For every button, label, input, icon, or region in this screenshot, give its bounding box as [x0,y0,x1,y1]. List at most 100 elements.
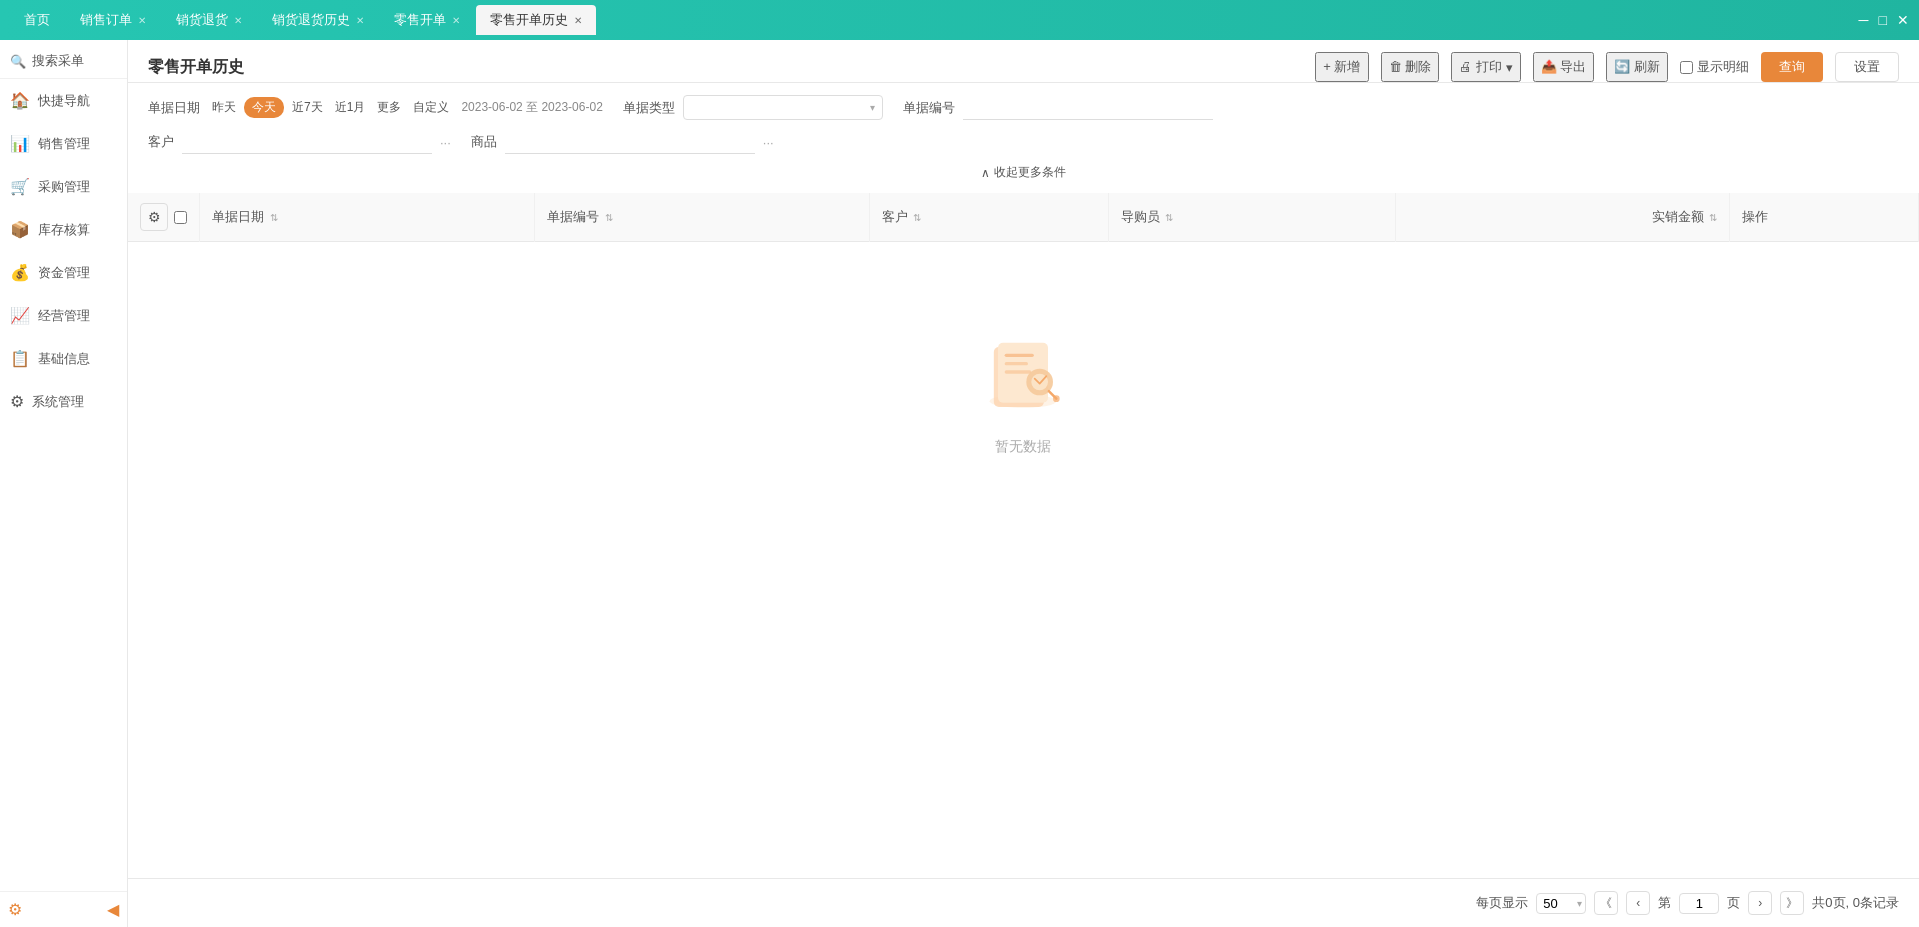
table-settings-gear[interactable]: ⚙ [140,203,168,231]
sidebar-item-purchase-mgmt[interactable]: 🛒 采购管理 [0,165,127,208]
page-nav-first[interactable]: 《 [1594,891,1618,915]
sidebar-bottom: ⚙ ◀ [0,891,127,927]
sidebar-item-basic-info[interactable]: 📋 基础信息 [0,337,127,380]
filter-date-label: 单据日期 [148,99,200,117]
sidebar-item-label-ops: 经营管理 [38,307,90,325]
collapse-label: 收起更多条件 [994,164,1066,181]
page-input[interactable] [1679,893,1719,914]
nav-tab-retail-open-history[interactable]: 零售开单历史 ✕ [476,5,596,35]
page-nav-last[interactable]: 》 [1780,891,1804,915]
add-button[interactable]: + 新增 [1315,52,1368,82]
col-header-no[interactable]: 单据编号 ⇅ [534,193,869,242]
window-controls: ─ □ ✕ [1859,12,1909,28]
sort-icon-amount: ⇅ [1709,212,1717,223]
header-actions: + 新增 🗑 删除 🖨 打印 ▾ 📤 导出 🔄 刷新 显示明细 查询 设置 [1315,52,1899,82]
window-min-button[interactable]: ─ [1859,12,1869,28]
page-header: 零售开单历史 + 新增 🗑 删除 🖨 打印 ▾ 📤 导出 🔄 刷新 显示明细 查… [128,40,1919,83]
date-opt-custom[interactable]: 自定义 [409,97,453,118]
sidebar-item-label-inventory: 库存核算 [38,221,90,239]
sidebar-item-label-basic: 基础信息 [38,350,90,368]
filter-bill-type-select[interactable] [683,95,883,120]
collapse-button[interactable]: ∧ 收起更多条件 [981,164,1066,181]
filter-date-range: 2023-06-02 至 2023-06-02 [461,99,602,116]
close-tab-retail-open-history[interactable]: ✕ [574,15,582,26]
sidebar-item-finance[interactable]: 💰 资金管理 [0,251,127,294]
close-tab-retail-open[interactable]: ✕ [452,15,460,26]
filter-date-item: 单据日期 昨天 今天 近7天 近1月 更多 自定义 2023-06-02 至 2… [148,97,603,118]
display-detail-checkbox[interactable] [1680,61,1693,74]
window-max-button[interactable]: □ [1879,12,1887,28]
window-close-button[interactable]: ✕ [1897,12,1909,28]
print-chevron-icon: ▾ [1506,60,1513,75]
sort-icon-date: ⇅ [270,212,278,223]
sidebar-item-inventory[interactable]: 📦 库存核算 [0,208,127,251]
total-label: 共0页, 0条记录 [1812,894,1899,912]
col-header-action: 操作 [1730,193,1919,242]
filter-bill-no-label: 单据编号 [903,99,955,117]
print-button[interactable]: 🖨 打印 ▾ [1451,52,1521,82]
nav-tab-home[interactable]: 首页 [10,5,64,35]
settings-bottom-icon[interactable]: ⚙ [8,900,22,919]
nav-tab-sales-return[interactable]: 销货退货 ✕ [162,5,256,35]
page-label: 第 [1658,894,1671,912]
filter-goods-input[interactable] [505,130,755,154]
sidebar-item-label-quick-nav: 快捷导航 [38,92,90,110]
sidebar: 🔍 搜索采单 🏠 快捷导航 📊 销售管理 🛒 采购管理 📦 库存核算 💰 资金管… [0,40,128,927]
date-opt-today[interactable]: 今天 [244,97,284,118]
col-header-customer[interactable]: 客户 ⇅ [869,193,1108,242]
page-nav-prev[interactable]: ‹ [1626,891,1650,915]
delete-button[interactable]: 🗑 删除 [1381,52,1440,82]
close-tab-sales-return[interactable]: ✕ [234,15,242,26]
close-tab-sales-return-history[interactable]: ✕ [356,15,364,26]
main-layout: 🔍 搜索采单 🏠 快捷导航 📊 销售管理 🛒 采购管理 📦 库存核算 💰 资金管… [0,40,1919,927]
filter-goods-dots[interactable]: ··· [763,135,774,150]
sidebar-item-system[interactable]: ⚙ 系统管理 [0,380,127,423]
filter-customer-dots[interactable]: ··· [440,135,451,150]
col-header-date[interactable]: 单据日期 ⇅ [200,193,535,242]
sidebar-item-operations[interactable]: 📈 经营管理 [0,294,127,337]
collapse-sidebar-icon[interactable]: ◀ [107,900,119,919]
date-opt-more[interactable]: 更多 [373,97,405,118]
sidebar-item-quick-nav[interactable]: 🏠 快捷导航 [0,79,127,122]
gear-icon: ⚙ [10,392,24,411]
sort-icon-customer: ⇅ [913,212,921,223]
sidebar-search-label: 搜索采单 [32,52,84,70]
filter-customer-input[interactable] [182,130,432,154]
table-header: ⚙ 单据日期 ⇅ 单据编号 ⇅ 客户 [128,193,1919,242]
per-page-label: 每页显示 [1476,894,1528,912]
nav-tab-sales-order[interactable]: 销售订单 ✕ [66,5,160,35]
filter-area: 单据日期 昨天 今天 近7天 近1月 更多 自定义 2023-06-02 至 2… [128,83,1919,193]
svg-rect-4 [1005,362,1028,365]
refresh-button[interactable]: 🔄 刷新 [1606,52,1668,82]
table-container: ⚙ 单据日期 ⇅ 单据编号 ⇅ 客户 [128,193,1919,878]
cart-icon: 🛒 [10,177,30,196]
col-header-amount[interactable]: 实销金额 ⇅ [1395,193,1730,242]
query-button[interactable]: 查询 [1761,52,1823,82]
empty-state-row: 暂无数据 [128,242,1919,537]
filter-row-1: 单据日期 昨天 今天 近7天 近1月 更多 自定义 2023-06-02 至 2… [148,95,1899,120]
filter-bill-no-input[interactable] [963,96,1213,120]
table-header-row: ⚙ 单据日期 ⇅ 单据编号 ⇅ 客户 [128,193,1919,242]
close-tab-sales-order[interactable]: ✕ [138,15,146,26]
col-header-guide[interactable]: 导购员 ⇅ [1108,193,1395,242]
date-opt-last-month[interactable]: 近1月 [331,97,370,118]
search-icon: 🔍 [10,54,26,69]
filter-goods-label: 商品 [471,133,497,151]
display-detail-checkbox-label[interactable]: 显示明细 [1680,58,1749,76]
per-page-select[interactable]: 50 10 20 100 [1536,893,1586,914]
date-opt-last7[interactable]: 近7天 [288,97,327,118]
filter-goods-item: 商品 ··· [471,130,774,154]
date-opt-yesterday[interactable]: 昨天 [208,97,240,118]
nav-tab-sales-return-history[interactable]: 销货退货历史 ✕ [258,5,378,35]
sidebar-item-label-sales: 销售管理 [38,135,90,153]
filter-row-2: 客户 ··· 商品 ··· [148,130,1899,154]
sidebar-item-sales-mgmt[interactable]: 📊 销售管理 [0,122,127,165]
export-button[interactable]: 📤 导出 [1533,52,1595,82]
filter-bill-type-label: 单据类型 [623,99,675,117]
sidebar-search[interactable]: 🔍 搜索采单 [0,40,127,79]
empty-state-text: 暂无数据 [995,438,1051,456]
select-all-checkbox[interactable] [174,211,187,224]
nav-tab-retail-open[interactable]: 零售开单 ✕ [380,5,474,35]
page-nav-next[interactable]: › [1748,891,1772,915]
settings-button[interactable]: 设置 [1835,52,1899,82]
